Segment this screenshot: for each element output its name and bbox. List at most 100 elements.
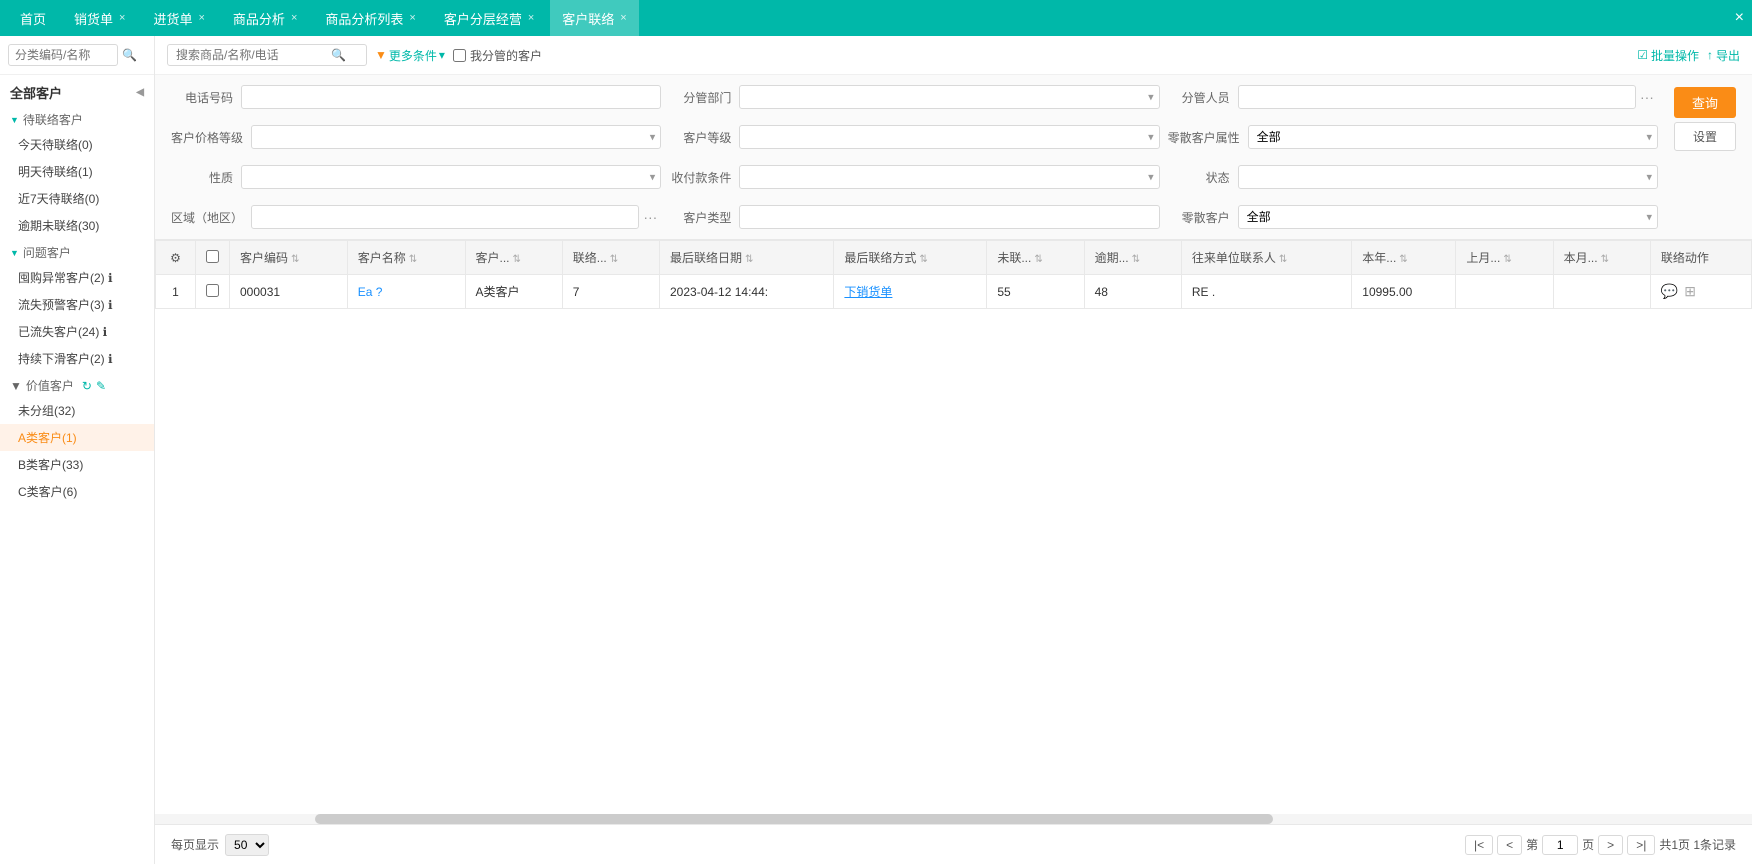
sidebar-item-b-class[interactable]: B类客户(33) bbox=[0, 451, 154, 478]
page-input[interactable] bbox=[1542, 835, 1578, 855]
sidebar-group-problem[interactable]: ▼ 问题客户 bbox=[0, 239, 154, 264]
nav-customer-contact-close[interactable]: × bbox=[620, 12, 626, 24]
chat-icon[interactable]: 💬 bbox=[1661, 283, 1678, 300]
row-name[interactable]: Ea ? bbox=[347, 275, 465, 309]
sort-contact[interactable]: ⇅ bbox=[610, 254, 618, 265]
sort-this-year[interactable]: ⇅ bbox=[1399, 254, 1407, 265]
refresh-icon[interactable]: ↻ bbox=[82, 379, 92, 393]
last-method-link[interactable]: 下销货单 bbox=[844, 285, 892, 299]
sidebar-group-pending[interactable]: ▼ 待联络客户 bbox=[0, 106, 154, 131]
nav-purchase-close[interactable]: × bbox=[198, 12, 204, 24]
retail-customer-select[interactable]: 全部 bbox=[1238, 205, 1658, 229]
nav-customer-tier-close[interactable]: × bbox=[528, 12, 534, 24]
nav-customer-contact[interactable]: 客户联络 × bbox=[550, 0, 638, 36]
scrollbar-thumb[interactable] bbox=[315, 814, 1273, 824]
qr-icon[interactable]: ⊞ bbox=[1684, 283, 1696, 300]
col-type[interactable]: 客户...⇅ bbox=[465, 241, 562, 275]
col-overdue[interactable]: 逾期...⇅ bbox=[1084, 241, 1181, 275]
sidebar-item-today[interactable]: 今天待联络(0) bbox=[0, 131, 154, 158]
phone-input[interactable] bbox=[241, 85, 661, 109]
sidebar-item-overdue[interactable]: 逾期未联络(30) bbox=[0, 212, 154, 239]
sort-last-date[interactable]: ⇅ bbox=[745, 254, 753, 265]
next-page-btn[interactable]: > bbox=[1598, 835, 1623, 855]
manager-dots[interactable]: ··· bbox=[1636, 89, 1658, 105]
nav-product-list-close[interactable]: × bbox=[409, 12, 415, 24]
sidebar-search-input[interactable] bbox=[8, 44, 118, 66]
last-page-btn[interactable]: >| bbox=[1627, 835, 1655, 855]
export-btn[interactable]: ↑ 导出 bbox=[1707, 47, 1740, 64]
search-input[interactable] bbox=[176, 48, 331, 62]
nav-customer-tier[interactable]: 客户分层经营 × bbox=[432, 0, 546, 36]
retail-prop-select[interactable]: 全部 bbox=[1248, 125, 1658, 149]
col-contact-num[interactable]: 联络...⇅ bbox=[562, 241, 659, 275]
sort-overdue[interactable]: ⇅ bbox=[1132, 254, 1140, 265]
sort-not-contact[interactable]: ⇅ bbox=[1034, 254, 1042, 265]
sort-last-method[interactable]: ⇅ bbox=[919, 254, 927, 265]
sidebar-item-a-class[interactable]: A类客户(1) bbox=[0, 424, 154, 451]
dept-select[interactable] bbox=[739, 85, 1159, 109]
edit-group-icon[interactable]: ✎ bbox=[96, 379, 106, 393]
nav-sales[interactable]: 销货单 × bbox=[62, 0, 137, 36]
filter-search-icon[interactable]: 🔍 bbox=[331, 48, 346, 62]
prev-page-btn[interactable]: < bbox=[1497, 835, 1522, 855]
status-select[interactable] bbox=[1238, 165, 1658, 189]
nav-sales-close[interactable]: × bbox=[119, 12, 125, 24]
payment-select[interactable] bbox=[739, 165, 1159, 189]
sort-name[interactable]: ⇅ bbox=[409, 254, 417, 265]
region-dots[interactable]: ··· bbox=[639, 209, 661, 225]
sidebar-search-icon[interactable]: 🔍 bbox=[122, 48, 137, 62]
close-all-tabs[interactable]: × bbox=[1735, 9, 1744, 27]
sidebar-collapse-icon[interactable]: ◀ bbox=[136, 87, 144, 98]
region-input[interactable] bbox=[251, 205, 639, 229]
dept-select-wrap bbox=[739, 85, 1159, 109]
my-customers-checkbox[interactable] bbox=[453, 49, 466, 62]
nav-product-list[interactable]: 商品分析列表 × bbox=[313, 0, 427, 36]
group-value-label: 价值客户 bbox=[26, 377, 74, 394]
col-name[interactable]: 客户名称⇅ bbox=[347, 241, 465, 275]
col-not-contact[interactable]: 未联...⇅ bbox=[987, 241, 1084, 275]
col-last-date[interactable]: 最后联络日期⇅ bbox=[660, 241, 834, 275]
nav-product-analysis-close[interactable]: × bbox=[291, 12, 297, 24]
col-last-month[interactable]: 上月...⇅ bbox=[1456, 241, 1553, 275]
setting-btn[interactable]: 设置 bbox=[1674, 122, 1736, 151]
batch-op-btn[interactable]: ☑ 批量操作 bbox=[1637, 47, 1699, 64]
row-checkbox[interactable] bbox=[206, 284, 219, 297]
horizontal-scrollbar[interactable] bbox=[155, 814, 1752, 824]
my-customers-toggle[interactable]: 我分管的客户 bbox=[453, 47, 542, 64]
nav-purchase[interactable]: 进货单 × bbox=[141, 0, 216, 36]
more-conditions-btn[interactable]: ▼ 更多条件 ▾ bbox=[375, 47, 445, 64]
col-code[interactable]: 客户编码⇅ bbox=[230, 241, 348, 275]
sidebar-item-c-class[interactable]: C类客户(6) bbox=[0, 478, 154, 505]
row-last-method[interactable]: 下销货单 bbox=[834, 275, 987, 309]
price-level-select[interactable] bbox=[251, 125, 661, 149]
manager-input[interactable] bbox=[1238, 85, 1636, 109]
nav-home[interactable]: 首页 bbox=[8, 0, 58, 36]
sort-this-month[interactable]: ⇅ bbox=[1601, 254, 1609, 265]
sidebar-item-abnormal[interactable]: 囤购异常客户(2) ℹ bbox=[0, 264, 154, 291]
first-page-btn[interactable]: |< bbox=[1465, 835, 1493, 855]
sort-type[interactable]: ⇅ bbox=[513, 254, 521, 265]
customer-level-select[interactable] bbox=[739, 125, 1159, 149]
nav-product-analysis[interactable]: 商品分析 × bbox=[221, 0, 309, 36]
col-contact2[interactable]: 往来单位联系人⇅ bbox=[1181, 241, 1351, 275]
row-this-month bbox=[1553, 275, 1650, 309]
sort-code[interactable]: ⇅ bbox=[291, 254, 299, 265]
sidebar-item-7days[interactable]: 近7天待联络(0) bbox=[0, 185, 154, 212]
col-this-year[interactable]: 本年...⇅ bbox=[1352, 241, 1456, 275]
col-setting[interactable]: ⚙ bbox=[156, 241, 196, 275]
col-last-method[interactable]: 最后联络方式⇅ bbox=[834, 241, 987, 275]
sidebar-item-warning[interactable]: 流失预警客户(3) ℹ bbox=[0, 291, 154, 318]
page-size-select[interactable]: 50 bbox=[225, 834, 269, 856]
customer-type-input[interactable] bbox=[739, 205, 1159, 229]
sort-contact2[interactable]: ⇅ bbox=[1279, 254, 1287, 265]
sidebar-item-unclassified[interactable]: 未分组(32) bbox=[0, 397, 154, 424]
col-this-month[interactable]: 本月...⇅ bbox=[1553, 241, 1650, 275]
sidebar-item-declining[interactable]: 持续下滑客户(2) ℹ bbox=[0, 345, 154, 372]
sidebar-all-customers-header[interactable]: 全部客户 ◀ bbox=[0, 75, 154, 106]
sort-last-month[interactable]: ⇅ bbox=[1503, 254, 1511, 265]
query-btn[interactable]: 查询 bbox=[1674, 87, 1736, 118]
sidebar-item-tomorrow[interactable]: 明天待联络(1) bbox=[0, 158, 154, 185]
sidebar-item-lost[interactable]: 已流失客户(24) ℹ bbox=[0, 318, 154, 345]
nature-select[interactable] bbox=[241, 165, 661, 189]
select-all-checkbox[interactable] bbox=[206, 250, 219, 263]
